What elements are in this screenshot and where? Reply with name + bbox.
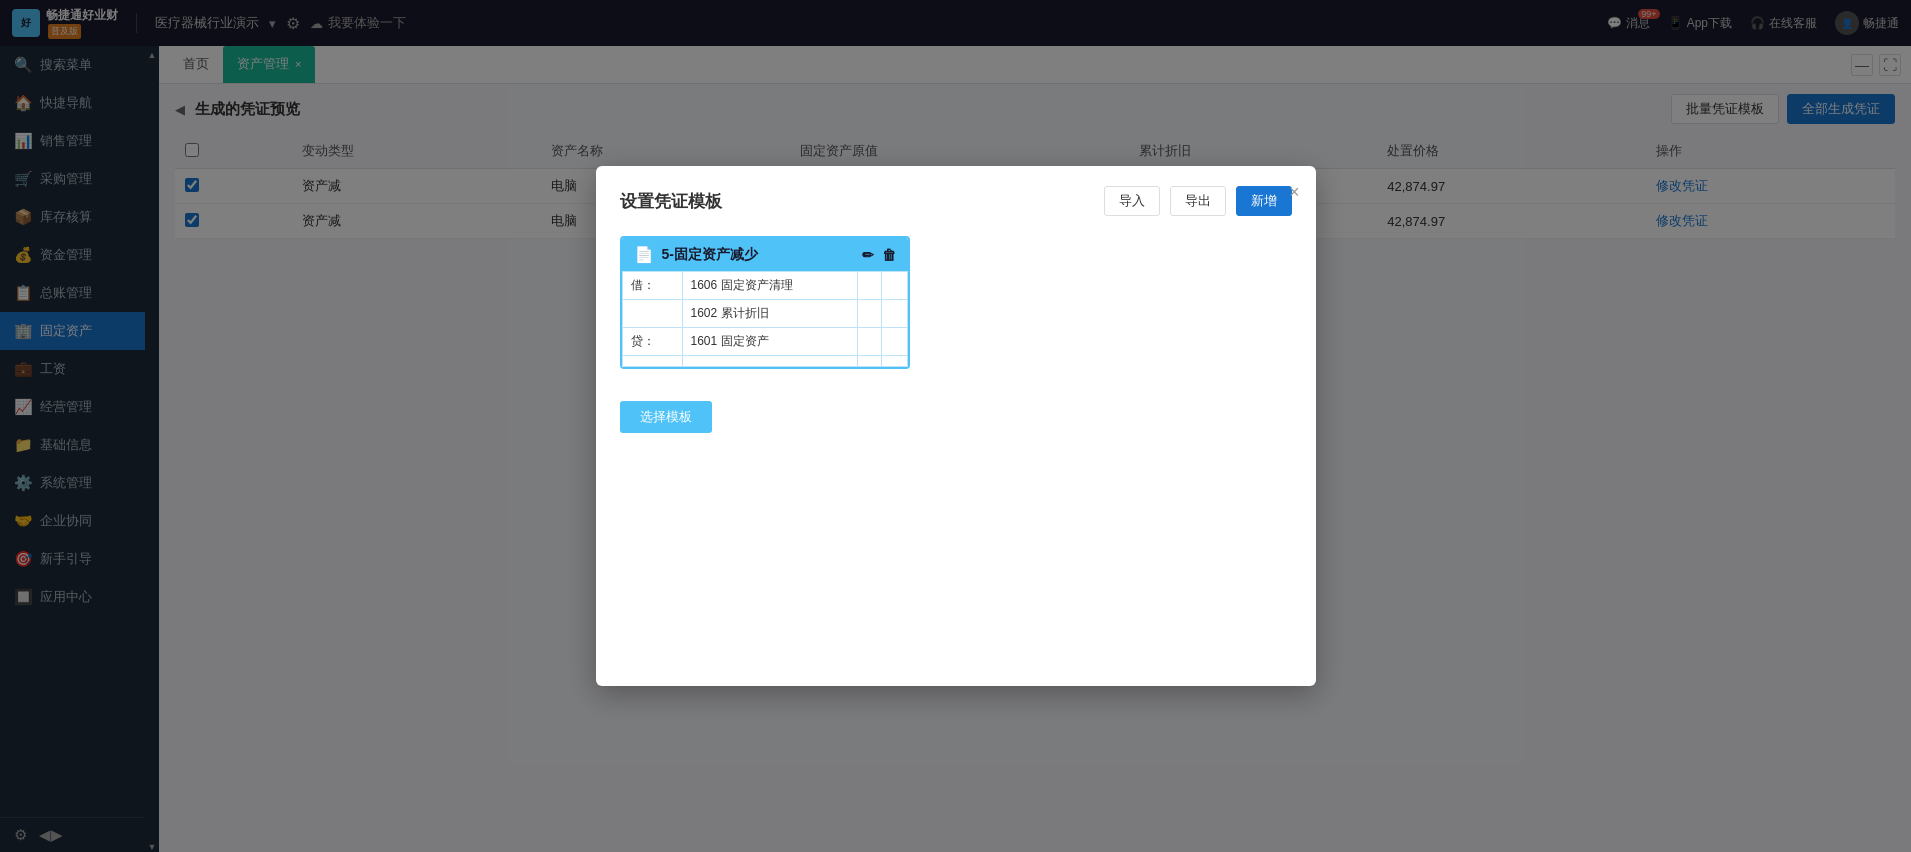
template-header-actions: ✏ 🗑	[862, 247, 896, 263]
template-card-header: 📄 5-固定资产减少 ✏ 🗑	[622, 238, 908, 271]
entry4-label	[622, 356, 682, 367]
template-doc-icon: 📄	[634, 245, 654, 264]
select-template-button[interactable]: 选择模板	[620, 401, 712, 433]
entry1-account: 1606 固定资产清理	[682, 272, 857, 300]
import-button[interactable]: 导入	[1104, 186, 1160, 216]
entry2-account: 1602 累计折旧	[682, 300, 857, 328]
dialog-close-button[interactable]: ×	[1289, 182, 1300, 203]
entry1-label: 借：	[622, 272, 682, 300]
entry3-label: 贷：	[622, 328, 682, 356]
entry4-credit	[882, 356, 907, 367]
dialog: × 设置凭证模板 导入 导出 新增 📄 5-固定资产减少 ✏ 🗑	[596, 166, 1316, 686]
dialog-body: 📄 5-固定资产减少 ✏ 🗑 借： 1606 固定资产清理	[596, 226, 1316, 457]
entry4-debit	[857, 356, 882, 367]
dialog-header: 设置凭证模板 导入 导出 新增	[596, 166, 1316, 226]
template-name: 5-固定资产减少	[662, 246, 758, 264]
entry1-credit	[882, 272, 907, 300]
entry3-account: 1601 固定资产	[682, 328, 857, 356]
template-entry-row: 借： 1606 固定资产清理	[622, 272, 907, 300]
template-entry-row	[622, 356, 907, 367]
entry3-debit	[857, 328, 882, 356]
entry2-label	[622, 300, 682, 328]
template-entry-row: 贷： 1601 固定资产	[622, 328, 907, 356]
dialog-overlay: × 设置凭证模板 导入 导出 新增 📄 5-固定资产减少 ✏ 🗑	[0, 0, 1911, 852]
select-template-wrapper: 选择模板	[620, 385, 1292, 433]
template-card: 📄 5-固定资产减少 ✏ 🗑 借： 1606 固定资产清理	[620, 236, 910, 369]
template-edit-icon[interactable]: ✏	[862, 247, 874, 263]
entry1-debit	[857, 272, 882, 300]
template-entries-table: 借： 1606 固定资产清理 1602 累计折旧 贷：	[622, 271, 908, 367]
entry2-credit	[882, 300, 907, 328]
export-button[interactable]: 导出	[1170, 186, 1226, 216]
new-button[interactable]: 新增	[1236, 186, 1292, 216]
dialog-action-buttons: 导入 导出 新增	[1104, 186, 1292, 216]
dialog-title: 设置凭证模板	[620, 190, 722, 213]
entry3-credit	[882, 328, 907, 356]
entry2-debit	[857, 300, 882, 328]
template-delete-icon[interactable]: 🗑	[882, 247, 896, 263]
entry4-account	[682, 356, 857, 367]
template-entry-row: 1602 累计折旧	[622, 300, 907, 328]
